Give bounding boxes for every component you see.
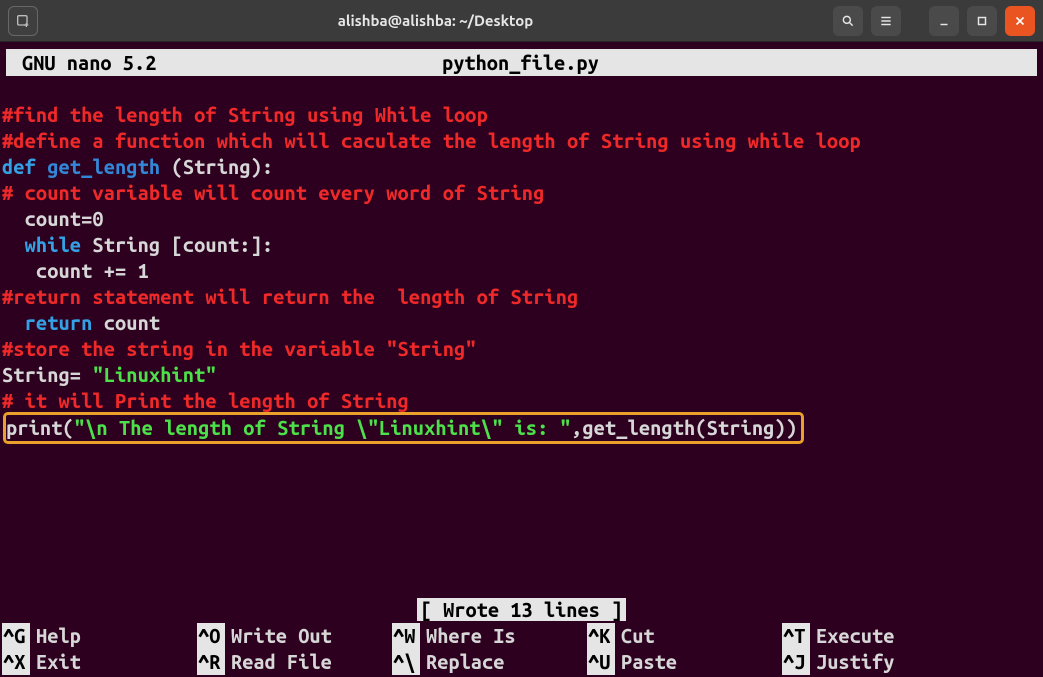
code-a: print( [6, 416, 74, 439]
shortcut-item[interactable]: ^TExecute [782, 623, 977, 649]
code-kw: return [2, 311, 92, 334]
code-kw: def [2, 155, 36, 178]
hamburger-menu-button[interactable] [871, 6, 901, 36]
shortcut-key: ^T [782, 623, 810, 649]
shortcut-key: ^G [2, 623, 30, 649]
nano-status-wrap: [ Wrote 13 lines ] [0, 598, 1043, 621]
shortcut-label: Write Out [231, 623, 332, 649]
shortcut-item[interactable]: ^OWrite Out [197, 623, 392, 649]
code-line: # it will Print the length of String [2, 389, 409, 412]
code-line: #find the length of String using While l… [2, 103, 488, 126]
shortcut-item[interactable]: ^KCut [587, 623, 782, 649]
shortcut-item[interactable]: ^GHelp [2, 623, 197, 649]
code-kw: while [2, 233, 81, 256]
code-rest: count [92, 311, 160, 334]
code-line: #define a function which will caculate t… [2, 129, 861, 152]
code-rest: String [count:]: [81, 233, 273, 256]
code-a: String= [2, 363, 92, 386]
editor-content[interactable]: #find the length of String using While l… [0, 76, 1043, 444]
shortcut-label: Cut [621, 623, 655, 649]
shortcut-item[interactable]: ^WWhere Is [392, 623, 587, 649]
shortcut-row: ^XExit ^RRead File ^\Replace ^UPaste ^JJ… [2, 649, 1041, 675]
code-fn: get_length [36, 155, 160, 178]
annotation-highlight: print("\n The length of String \"Linuxhi… [3, 412, 804, 444]
code-c: ,get_length(String)) [571, 416, 797, 439]
code-line: count += 1 [2, 259, 149, 282]
nano-shortcut-bar: ^GHelp ^OWrite Out ^WWhere Is ^KCut ^TEx… [0, 623, 1043, 677]
code-str: "\n The length of String \"Linuxhint\" i… [74, 416, 571, 439]
shortcut-item[interactable]: ^UPaste [587, 649, 782, 675]
code-line: #store the string in the variable "Strin… [2, 337, 477, 360]
minimize-button[interactable] [929, 6, 959, 36]
nano-status: [ Wrote 13 lines ] [417, 598, 627, 621]
window-titlebar: alishba@alishba: ~/Desktop [0, 0, 1043, 42]
nano-filename: python_file.py [442, 51, 599, 74]
shortcut-label: Paste [621, 649, 677, 675]
shortcut-item[interactable]: ^RRead File [197, 649, 392, 675]
shortcut-label: Replace [426, 649, 504, 675]
shortcut-key: ^J [782, 649, 810, 675]
shortcut-label: Exit [36, 649, 81, 675]
shortcut-item[interactable]: ^XExit [2, 649, 197, 675]
search-button[interactable] [833, 6, 863, 36]
shortcut-key: ^K [587, 623, 615, 649]
close-button[interactable] [1005, 6, 1035, 36]
code-str: "Linuxhint" [92, 363, 216, 386]
shortcut-key: ^R [197, 649, 225, 675]
new-tab-button[interactable] [8, 6, 38, 36]
shortcut-label: Justify [816, 649, 894, 675]
shortcut-key: ^U [587, 649, 615, 675]
window-title: alishba@alishba: ~/Desktop [46, 12, 825, 29]
shortcut-key: ^W [392, 623, 420, 649]
maximize-button[interactable] [967, 6, 997, 36]
shortcut-item[interactable]: ^\Replace [392, 649, 587, 675]
shortcut-row: ^GHelp ^OWrite Out ^WWhere Is ^KCut ^TEx… [2, 623, 1041, 649]
code-rest: (String): [160, 155, 273, 178]
shortcut-label: Where Is [426, 623, 516, 649]
shortcut-item[interactable]: ^JJustify [782, 649, 977, 675]
shortcut-label: Help [36, 623, 81, 649]
shortcut-key: ^O [197, 623, 225, 649]
code-line: # count variable will count every word o… [2, 181, 544, 204]
nano-header: GNU nano 5.2 python_file.py [6, 49, 1037, 76]
shortcut-key: ^X [2, 649, 30, 675]
shortcut-label: Read File [231, 649, 332, 675]
code-line: count=0 [2, 207, 104, 230]
shortcut-label: Execute [816, 623, 894, 649]
code-line: #return statement will return the length… [2, 285, 578, 308]
nano-version: GNU nano 5.2 [22, 51, 442, 74]
shortcut-key: ^\ [392, 649, 420, 675]
